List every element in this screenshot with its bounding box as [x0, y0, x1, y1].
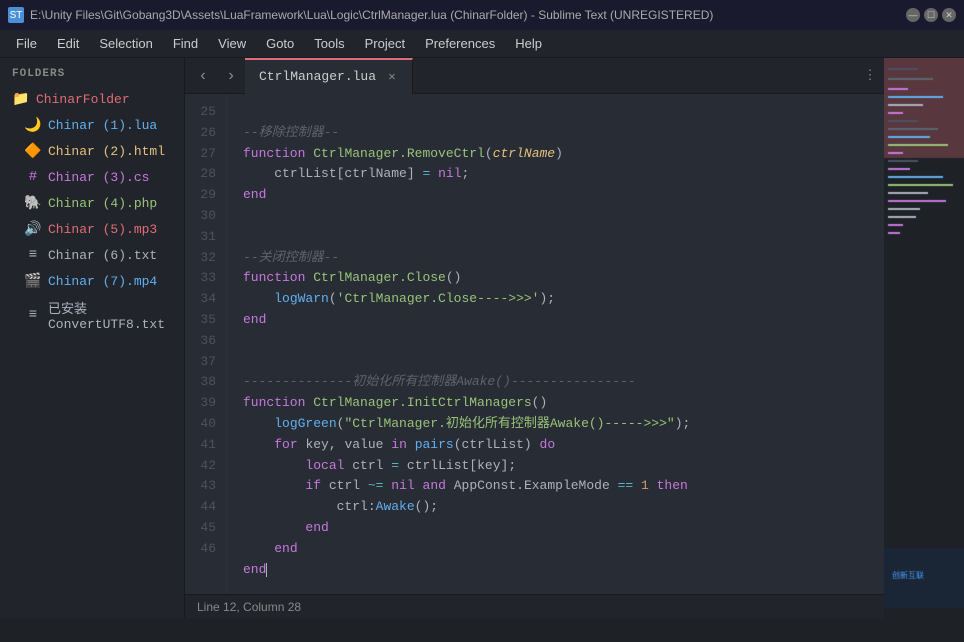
status-bar: Line 12, Column 28	[185, 594, 884, 618]
mp4-icon: 🎬	[24, 272, 42, 290]
title-bar: ST E:\Unity Files\Git\Gobang3D\Assets\Lu…	[0, 0, 964, 30]
sidebar: FOLDERS 📁 ChinarFolder 🌙 Chinar (1).lua …	[0, 58, 185, 618]
folder-icon: 📁	[12, 90, 30, 108]
txt-icon: ≡	[24, 246, 42, 264]
file-php-name: Chinar (4).php	[48, 196, 157, 211]
menu-bar: File Edit Selection Find View Goto Tools…	[0, 30, 964, 58]
code-editor[interactable]: --移除控制器-- function CtrlManager.RemoveCtr…	[227, 94, 884, 594]
editor[interactable]: 25 26 27 28 29 30 31 32 33 34 35 36 37 3…	[185, 94, 884, 594]
file-mp4-name: Chinar (7).mp4	[48, 274, 157, 289]
menu-project[interactable]: Project	[355, 32, 415, 55]
menu-file[interactable]: File	[6, 32, 47, 55]
tab-close-button[interactable]: ✕	[384, 69, 400, 85]
nav-forward[interactable]: ›	[217, 62, 245, 90]
folder-chinar[interactable]: 📁 ChinarFolder	[0, 86, 184, 112]
menu-goto[interactable]: Goto	[256, 32, 304, 55]
app-icon: ST	[8, 7, 24, 23]
mp3-icon: 🔊	[24, 220, 42, 238]
folder-name: ChinarFolder	[36, 92, 130, 107]
editor-container: ‹ › CtrlManager.lua ✕ ⋮ 25 26 27 28 29 3…	[185, 58, 884, 618]
file-html-name: Chinar (2).html	[48, 144, 165, 159]
minimap-canvas	[884, 58, 964, 618]
sidebar-header: FOLDERS	[0, 58, 184, 86]
window-title: E:\Unity Files\Git\Gobang3D\Assets\LuaFr…	[30, 8, 906, 22]
file-txt[interactable]: ≡ Chinar (6).txt	[0, 242, 184, 268]
file-utf8-name: 已安装ConvertUTF8.txt	[48, 298, 172, 332]
nav-back[interactable]: ‹	[189, 62, 217, 90]
cursor-position: Line 12, Column 28	[197, 600, 301, 614]
menu-selection[interactable]: Selection	[89, 32, 162, 55]
cs-icon: #	[24, 168, 42, 186]
file-utf8[interactable]: ≡ 已安装ConvertUTF8.txt	[0, 294, 184, 336]
html-icon: 🔶	[24, 142, 42, 160]
php-icon: 🐘	[24, 194, 42, 212]
close-button[interactable]: ✕	[942, 8, 956, 22]
utf8-icon: ≡	[24, 306, 42, 324]
file-php[interactable]: 🐘 Chinar (4).php	[0, 190, 184, 216]
maximize-button[interactable]: ☐	[924, 8, 938, 22]
file-cs[interactable]: # Chinar (3).cs	[0, 164, 184, 190]
tab-ctrlmanager[interactable]: CtrlManager.lua ✕	[245, 58, 413, 94]
file-mp4[interactable]: 🎬 Chinar (7).mp4	[0, 268, 184, 294]
file-lua-name: Chinar (1).lua	[48, 118, 157, 133]
file-cs-name: Chinar (3).cs	[48, 170, 149, 185]
file-mp3[interactable]: 🔊 Chinar (5).mp3	[0, 216, 184, 242]
tab-label: CtrlManager.lua	[259, 69, 376, 84]
menu-help[interactable]: Help	[505, 32, 552, 55]
file-html[interactable]: 🔶 Chinar (2).html	[0, 138, 184, 164]
main-area: FOLDERS 📁 ChinarFolder 🌙 Chinar (1).lua …	[0, 58, 964, 618]
file-lua[interactable]: 🌙 Chinar (1).lua	[0, 112, 184, 138]
lua-icon: 🌙	[24, 116, 42, 134]
tab-menu-button[interactable]: ⋮	[856, 62, 884, 90]
file-mp3-name: Chinar (5).mp3	[48, 222, 157, 237]
window-controls[interactable]: — ☐ ✕	[906, 8, 956, 22]
line-numbers: 25 26 27 28 29 30 31 32 33 34 35 36 37 3…	[185, 94, 227, 594]
menu-tools[interactable]: Tools	[304, 32, 354, 55]
minimap	[884, 58, 964, 618]
menu-edit[interactable]: Edit	[47, 32, 89, 55]
minimize-button[interactable]: —	[906, 8, 920, 22]
menu-view[interactable]: View	[208, 32, 256, 55]
file-txt-name: Chinar (6).txt	[48, 248, 157, 263]
menu-find[interactable]: Find	[163, 32, 208, 55]
menu-preferences[interactable]: Preferences	[415, 32, 505, 55]
tab-bar: ‹ › CtrlManager.lua ✕ ⋮	[185, 58, 884, 94]
